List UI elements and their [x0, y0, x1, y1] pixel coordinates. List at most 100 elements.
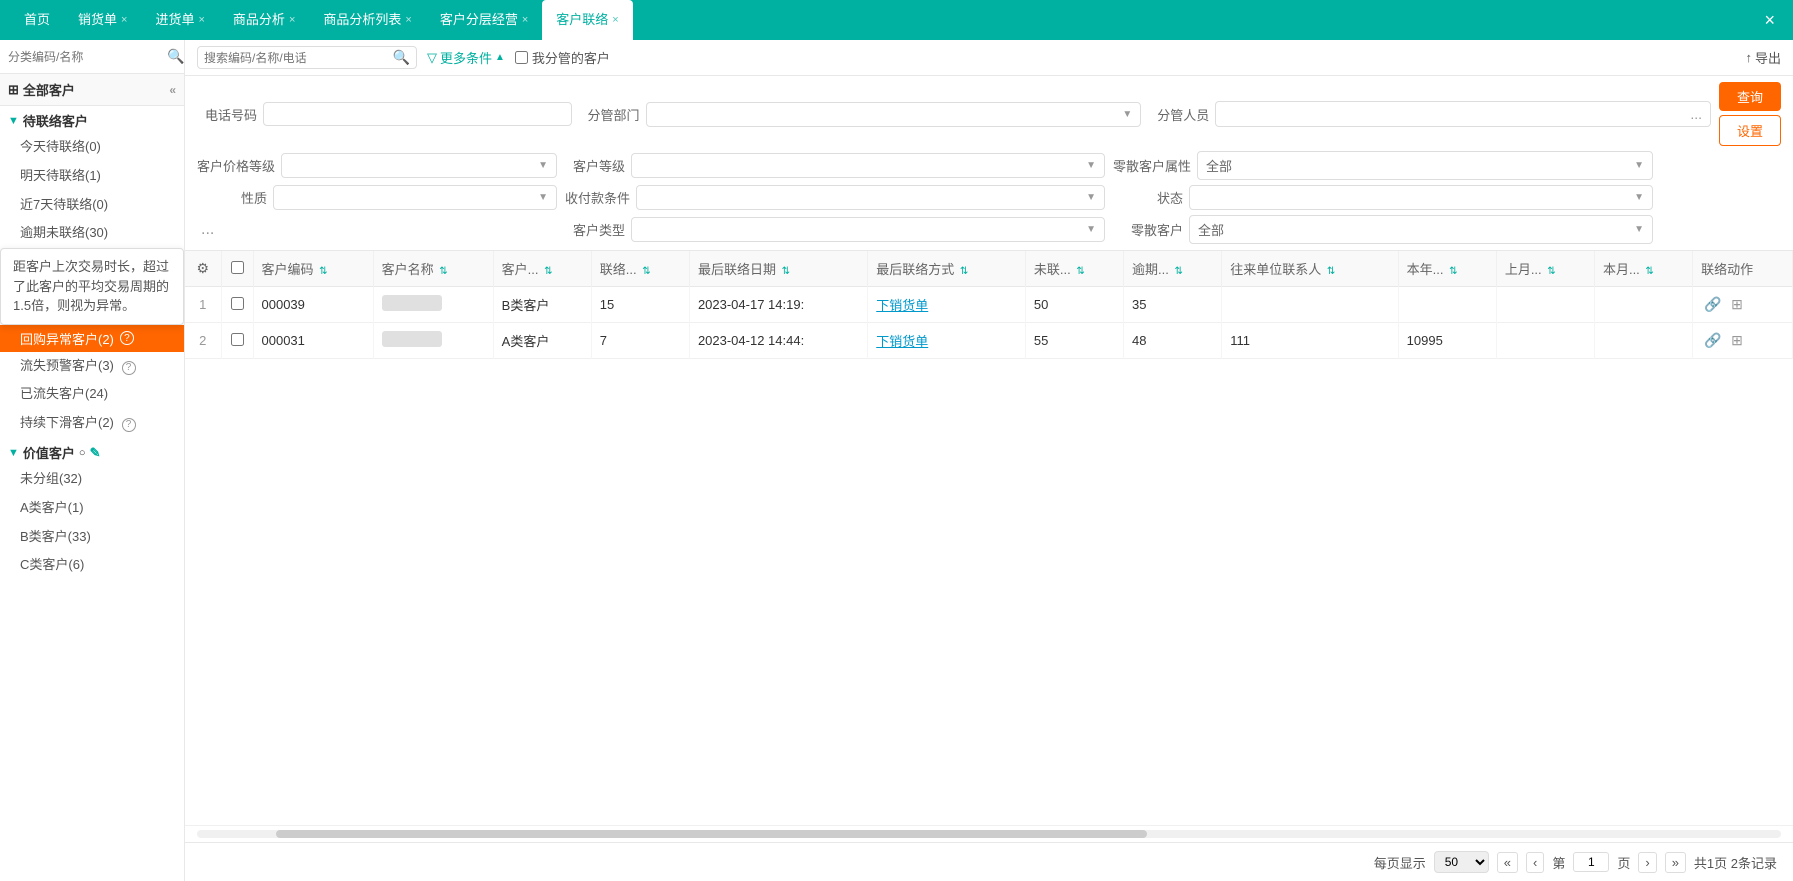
more-conditions-btn[interactable]: ▽ 更多条件 ▲ [427, 48, 505, 67]
close-icon[interactable]: × [289, 0, 295, 40]
advanced-filter-panel: 电话号码 分管部门 ▼ 分管人员 ... [185, 76, 1793, 251]
pending-group-label[interactable]: ▼ 待联络客户 [0, 106, 184, 133]
col-unit-contact[interactable]: 往来单位联系人 ⇅ [1222, 251, 1398, 287]
dept-label: 分管部门 [580, 105, 640, 124]
staff-select[interactable]: ... [1215, 101, 1711, 127]
col-last-month[interactable]: 上月... ⇅ [1496, 251, 1594, 287]
row-checkbox[interactable] [231, 297, 244, 310]
cell-name[interactable] [373, 287, 493, 323]
nav-item-purchase[interactable]: 进货单 × [141, 0, 218, 40]
nav-item-analysis-list[interactable]: 商品分析列表 × [309, 0, 425, 40]
action-icon-link[interactable]: 🔗 [1704, 296, 1721, 312]
repurchase-abnormal-item[interactable]: 回购异常客户(2) ? [0, 325, 184, 352]
circle-icon: ○ [79, 447, 86, 459]
export-icon: ↑ [1745, 50, 1752, 65]
col-settings[interactable]: ⚙ [185, 251, 221, 287]
sidebar-item-today[interactable]: 今天待联络(0) [0, 133, 184, 162]
my-customers-checkbox[interactable]: 我分管的客户 [515, 48, 610, 67]
cell-checkbox[interactable] [221, 323, 253, 359]
export-button[interactable]: ↑ 导出 [1745, 48, 1781, 67]
price-grade-select[interactable]: ▼ [281, 153, 557, 178]
col-last-contact-date[interactable]: 最后联络日期 ⇅ [689, 251, 867, 287]
page-input[interactable] [1573, 852, 1609, 872]
nav-item-home[interactable]: 首页 [10, 0, 64, 40]
col-name[interactable]: 客户名称 ⇅ [373, 251, 493, 287]
select-all-checkbox[interactable] [231, 261, 244, 274]
help-icon[interactable]: ? [120, 331, 134, 345]
zero-retail-select[interactable]: 全部 ▼ [1189, 215, 1653, 244]
cell-type: B类客户 [493, 287, 591, 323]
ellipsis-icon[interactable]: ... [1690, 106, 1702, 122]
prev-page-btn[interactable]: ‹ [1526, 852, 1544, 873]
col-contact[interactable]: 联络... ⇅ [591, 251, 689, 287]
dept-select[interactable]: ▼ [646, 102, 1142, 127]
help-icon-warning[interactable]: ? [122, 361, 136, 375]
all-customers-header[interactable]: ⊞ 全部客户 « [0, 74, 184, 106]
close-icon[interactable]: × [121, 0, 127, 40]
sidebar-search-input[interactable] [8, 50, 163, 64]
horizontal-scrollbar[interactable] [185, 825, 1793, 842]
sidebar-item-c-class[interactable]: C类客户(6) [0, 551, 184, 580]
action-icon-more[interactable]: ⊞ [1731, 296, 1743, 312]
last-page-btn[interactable]: » [1665, 852, 1686, 873]
search-input[interactable] [204, 51, 393, 65]
sidebar-item-ungroups[interactable]: 未分组(32) [0, 465, 184, 494]
customer-grade-select[interactable]: ▼ [631, 153, 1105, 178]
cell-unit-contact: 111 [1222, 323, 1398, 359]
cell-last-method[interactable]: 下销货单 [868, 287, 1026, 323]
action-icon-more[interactable]: ⊞ [1731, 332, 1743, 348]
nav-item-analysis[interactable]: 商品分析 × [219, 0, 309, 40]
sort-icon: ⇅ [319, 266, 327, 277]
nav-item-sales[interactable]: 销货单 × [64, 0, 141, 40]
sidebar-item-a-class[interactable]: A类客户(1) [0, 494, 184, 523]
close-icon[interactable]: × [405, 0, 411, 40]
close-icon[interactable]: × [198, 0, 204, 40]
value-group-label[interactable]: ▼ 价值客户 ○ ✎ [0, 438, 184, 465]
col-uncontacted[interactable]: 未联... ⇅ [1025, 251, 1123, 287]
sidebar-item-overdue[interactable]: 逾期未联络(30) [0, 219, 184, 248]
close-icon[interactable]: × [612, 0, 618, 40]
payment-select[interactable]: ▼ [636, 185, 1105, 210]
col-overdue[interactable]: 逾期... ⇅ [1124, 251, 1222, 287]
ellipsis-btn[interactable]: ... [197, 221, 218, 239]
customer-type-select[interactable]: ▼ [631, 217, 1105, 242]
col-this-year[interactable]: 本年... ⇅ [1398, 251, 1496, 287]
settings-button[interactable]: 设置 [1719, 115, 1781, 146]
cell-last-method[interactable]: 下销货单 [868, 323, 1026, 359]
sidebar-item-b-class[interactable]: B类客户(33) [0, 523, 184, 552]
edit-icon[interactable]: ✎ [90, 445, 101, 461]
col-this-month[interactable]: 本月... ⇅ [1594, 251, 1692, 287]
cell-name[interactable] [373, 323, 493, 359]
nav-item-customer-tier[interactable]: 客户分层经营 × [426, 0, 542, 40]
collapse-icon[interactable]: « [169, 83, 176, 97]
first-page-btn[interactable]: « [1497, 852, 1518, 873]
col-code[interactable]: 客户编码 ⇅ [253, 251, 373, 287]
sidebar-item-losswarning[interactable]: 流失预警客户(3) ? [0, 352, 184, 381]
action-icon-link[interactable]: 🔗 [1704, 332, 1721, 348]
window-close-button[interactable]: × [1756, 10, 1783, 31]
close-icon[interactable]: × [522, 0, 528, 40]
sidebar-item-lost[interactable]: 已流失客户(24) [0, 380, 184, 409]
settings-icon[interactable]: ⚙ [196, 260, 209, 276]
query-button[interactable]: 查询 [1719, 82, 1781, 111]
next-page-btn[interactable]: › [1638, 852, 1656, 873]
my-customers-check[interactable] [515, 51, 528, 64]
cell-checkbox[interactable] [221, 287, 253, 323]
status-select[interactable]: ▼ [1189, 185, 1653, 210]
zero-retail-attr-select[interactable]: 全部 ▼ [1197, 151, 1653, 180]
row-checkbox[interactable] [231, 333, 244, 346]
col-checkbox[interactable] [221, 251, 253, 287]
sidebar-item-tomorrow[interactable]: 明天待联络(1) [0, 162, 184, 191]
cell-contact-count: 7 [591, 323, 689, 359]
per-page-select[interactable]: 50 20 100 [1434, 851, 1489, 873]
sidebar-item-7days[interactable]: 近7天待联络(0) [0, 191, 184, 220]
zero-retail-attr-label: 零散客户属性 [1113, 156, 1191, 175]
help-icon-decline[interactable]: ? [122, 418, 136, 432]
gender-select[interactable]: ▼ [273, 185, 557, 210]
per-page-label: 每页显示 [1374, 853, 1426, 872]
col-type[interactable]: 客户... ⇅ [493, 251, 591, 287]
nav-item-customer-contact[interactable]: 客户联络 × [542, 0, 632, 40]
phone-input[interactable] [263, 102, 572, 126]
sidebar-item-declining[interactable]: 持续下滑客户(2) ? [0, 409, 184, 438]
col-last-contact-method[interactable]: 最后联络方式 ⇅ [868, 251, 1026, 287]
